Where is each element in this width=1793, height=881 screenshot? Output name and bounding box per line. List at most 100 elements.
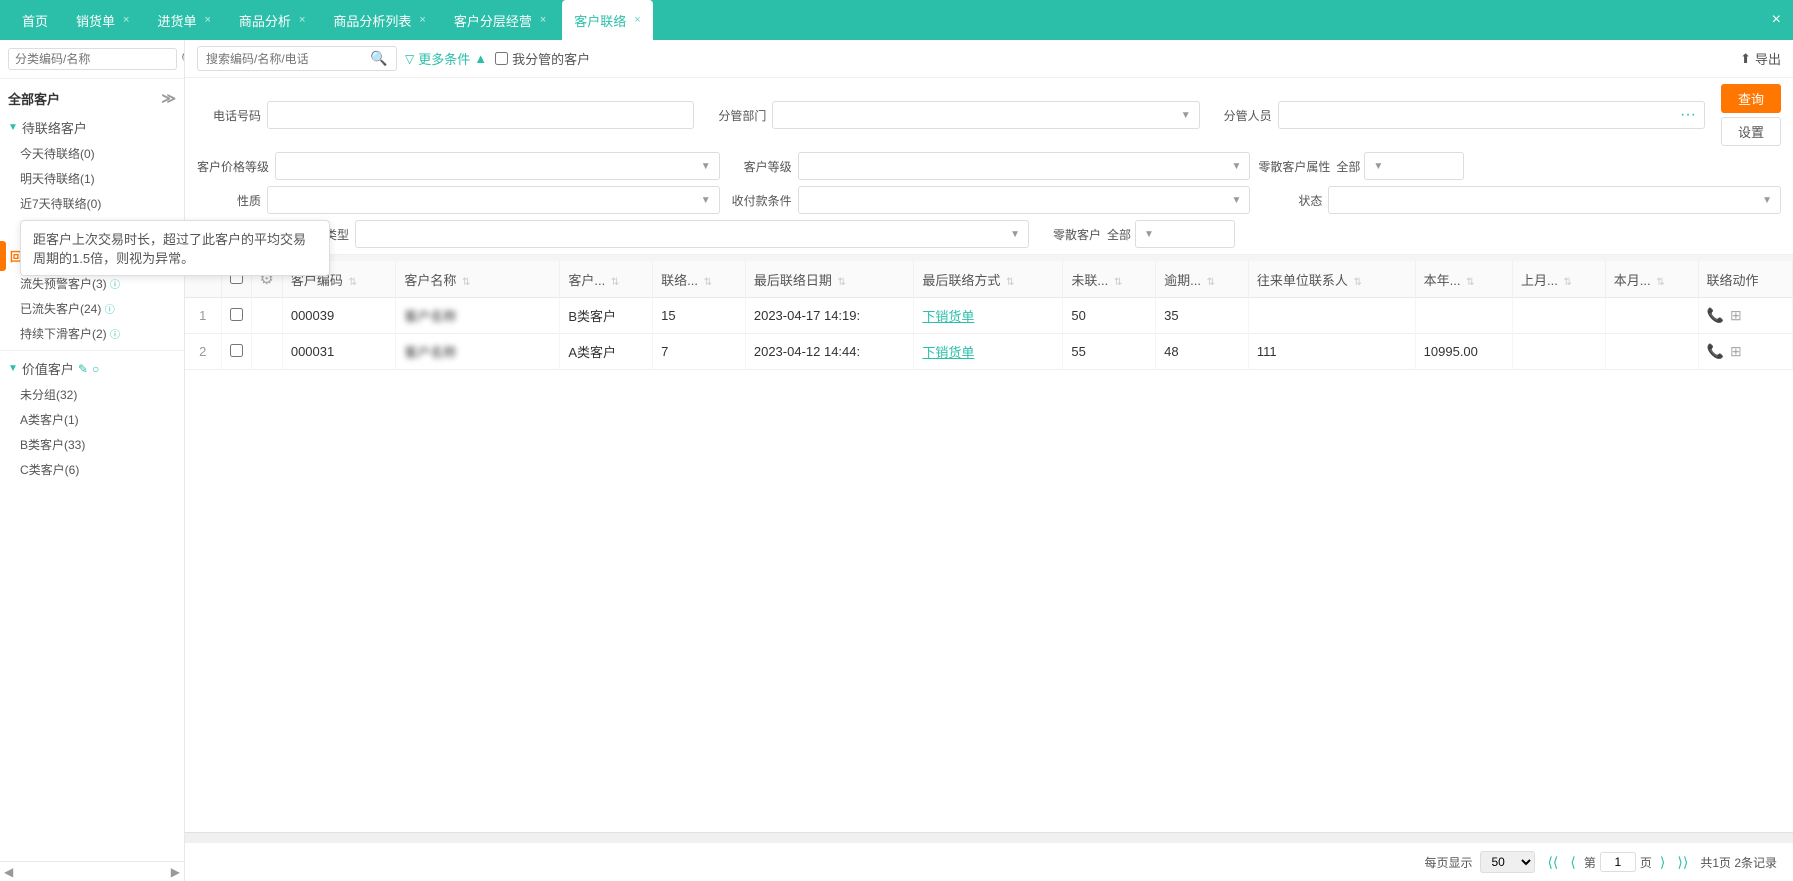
sidebar-item-week[interactable]: 近7天待联络(0) — [0, 191, 184, 216]
nav-tab-customer-contact[interactable]: 客户联络 × — [562, 0, 652, 40]
nav-tab-analysis-list[interactable]: 商品分析列表 × — [321, 0, 437, 40]
sidebar-section-pending[interactable]: ▼ 待联络客户 — [0, 114, 184, 141]
nav-tab-home[interactable]: 首页 — [10, 0, 60, 40]
customer-level-select[interactable]: ▼ — [798, 152, 1251, 180]
table-scrollbar[interactable] — [185, 832, 1793, 842]
grid-action-icon-1[interactable]: ⊞ — [1730, 307, 1742, 324]
row-last-date-1: 2023-04-17 14:19: — [745, 298, 913, 334]
chevron-up-icon: ▲ — [474, 51, 487, 66]
sort-this-year-icon[interactable]: ⇅ — [1466, 277, 1474, 288]
sort-liaison-icon[interactable]: ⇅ — [1354, 277, 1362, 288]
settings-button[interactable]: 设置 — [1721, 117, 1781, 146]
nav-tab-analysis[interactable]: 商品分析 × — [227, 0, 317, 40]
window-close-icon[interactable]: × — [1772, 11, 1781, 29]
row-action-2: 📞 ⊞ — [1698, 334, 1792, 370]
edit-icon[interactable]: ✎ — [78, 362, 88, 376]
sort-contact-icon[interactable]: ⇅ — [704, 277, 712, 288]
sidebar-item-declining[interactable]: 持续下滑客户(2) ⓘ — [0, 321, 184, 346]
sidebar-item-c-class[interactable]: C类客户(6) — [0, 457, 184, 482]
nature-select[interactable]: ▼ — [267, 186, 720, 214]
sort-level-icon[interactable]: ⇅ — [611, 277, 619, 288]
sort-uncontacted-icon[interactable]: ⇅ — [1114, 277, 1122, 288]
sidebar-item-tomorrow[interactable]: 明天待联络(1) — [0, 166, 184, 191]
close-analysis-list-icon[interactable]: × — [419, 14, 425, 26]
sidebar-divider — [0, 350, 184, 351]
sidebar-item-b-class[interactable]: B类客户(33) — [0, 432, 184, 457]
sidebar-search-input[interactable] — [8, 48, 177, 70]
filter-customer-level: 客户等级 ▼ — [728, 152, 1251, 180]
per-page-select[interactable]: 50 20 100 — [1480, 851, 1535, 873]
close-sales-icon[interactable]: × — [123, 14, 129, 26]
last-method-link-2[interactable]: 下销货单 — [922, 345, 974, 360]
blurred-name-2: 客户名称 — [404, 342, 456, 361]
retail-customer-arrow-icon: ▼ — [1144, 229, 1154, 240]
last-page-btn[interactable]: ⟩⟩ — [1673, 852, 1692, 873]
scroll-left-icon[interactable]: ◀ — [4, 865, 13, 879]
row-this-year-2: 10995.00 — [1415, 334, 1512, 370]
row-this-month-2 — [1605, 334, 1698, 370]
row-2-checkbox[interactable] — [230, 344, 243, 357]
scroll-right-icon[interactable]: ▶ — [171, 865, 180, 879]
sort-last-month-icon[interactable]: ⇅ — [1564, 277, 1572, 288]
more-conditions-btn[interactable]: ▽ 更多条件 ▲ — [405, 49, 487, 68]
status-select[interactable]: ▼ — [1328, 186, 1781, 214]
sort-this-month-icon[interactable]: ⇅ — [1656, 277, 1664, 288]
filter-customer-type: 客户类型 ▼ — [285, 220, 1029, 248]
row-1-checkbox[interactable] — [230, 308, 243, 321]
price-level-select[interactable]: ▼ — [275, 152, 720, 180]
nav-tab-sales[interactable]: 销货单 × — [64, 0, 141, 40]
page-input[interactable] — [1600, 852, 1636, 872]
nav-tab-purchase[interactable]: 进货单 × — [145, 0, 222, 40]
sidebar-item-ungroup[interactable]: 未分组(32) — [0, 382, 184, 407]
th-contact: 联络... ⇅ — [653, 261, 746, 298]
query-button[interactable]: 查询 — [1721, 84, 1781, 113]
sidebar-item-today[interactable]: 今天待联络(0) — [0, 141, 184, 166]
last-method-link-1[interactable]: 下销货单 — [922, 309, 974, 324]
sort-overdue-icon[interactable]: ⇅ — [1207, 277, 1215, 288]
my-customer-checkbox[interactable] — [495, 52, 508, 65]
dept-select[interactable]: ▼ — [772, 101, 1199, 129]
sidebar-collapse-icon[interactable]: ≫ — [161, 90, 176, 107]
filter-row-1: 电话号码 分管部门 ▼ 分管人员 ··· — [197, 84, 1781, 146]
phone-input[interactable] — [267, 101, 694, 129]
retail-customer-select[interactable]: ▼ — [1135, 220, 1235, 248]
sort-name-icon[interactable]: ⇅ — [462, 277, 470, 288]
th-uncontacted: 未联... ⇅ — [1063, 261, 1156, 298]
add-value-icon[interactable]: ○ — [92, 362, 99, 376]
nav-tab-customer-mgmt[interactable]: 客户分层经营 × — [442, 0, 558, 40]
sort-code-icon[interactable]: ⇅ — [348, 277, 356, 288]
th-this-year: 本年... ⇅ — [1415, 261, 1512, 298]
sort-last-date-icon[interactable]: ⇅ — [838, 277, 846, 288]
export-button[interactable]: ⬆ 导出 — [1740, 49, 1781, 68]
grid-action-icon-2[interactable]: ⊞ — [1730, 343, 1742, 360]
main-search-input[interactable] — [206, 52, 366, 66]
sidebar-value-section[interactable]: ▼ 价值客户 ✎ ○ — [0, 355, 184, 382]
close-customer-mgmt-icon[interactable]: × — [540, 14, 546, 26]
sidebar-all-customers[interactable]: 全部客户 ≫ — [0, 83, 184, 114]
sidebar-item-a-class[interactable]: A类客户(1) — [0, 407, 184, 432]
triangle-value-icon: ▼ — [8, 363, 18, 374]
phone-action-icon-1[interactable]: 📞 — [1707, 307, 1724, 324]
sidebar-item-churned[interactable]: 已流失客户(24) ⓘ — [0, 296, 184, 321]
manager-select[interactable]: ··· — [1278, 101, 1705, 129]
th-action: 联络动作 — [1698, 261, 1792, 298]
prev-page-btn[interactable]: ⟨ — [1566, 852, 1579, 873]
payment-select[interactable]: ▼ — [798, 186, 1251, 214]
sort-last-method-icon[interactable]: ⇅ — [1006, 277, 1014, 288]
customer-type-select[interactable]: ▼ — [355, 220, 1029, 248]
content-area: 🔍 ▽ 更多条件 ▲ 我分管的客户 ⬆ 导出 电话号码 — [185, 40, 1793, 881]
close-customer-contact-icon[interactable]: × — [634, 14, 640, 26]
main-search-icon[interactable]: 🔍 — [370, 50, 387, 67]
next-page-btn[interactable]: ⟩ — [1656, 852, 1669, 873]
close-purchase-icon[interactable]: × — [204, 14, 210, 26]
row-last-date-2: 2023-04-12 14:44: — [745, 334, 913, 370]
retail-attr-select[interactable]: ▼ — [1364, 152, 1464, 180]
filter-bar: 🔍 ▽ 更多条件 ▲ 我分管的客户 ⬆ 导出 — [185, 40, 1793, 78]
customer-type-arrow-icon: ▼ — [1010, 229, 1020, 240]
status-arrow-icon: ▼ — [1762, 195, 1772, 206]
first-page-btn[interactable]: ⟨⟨ — [1543, 852, 1562, 873]
phone-action-icon-2[interactable]: 📞 — [1707, 343, 1724, 360]
close-analysis-icon[interactable]: × — [299, 14, 305, 26]
row-overdue-2: 48 — [1156, 334, 1249, 370]
th-last-month: 上月... ⇅ — [1513, 261, 1606, 298]
